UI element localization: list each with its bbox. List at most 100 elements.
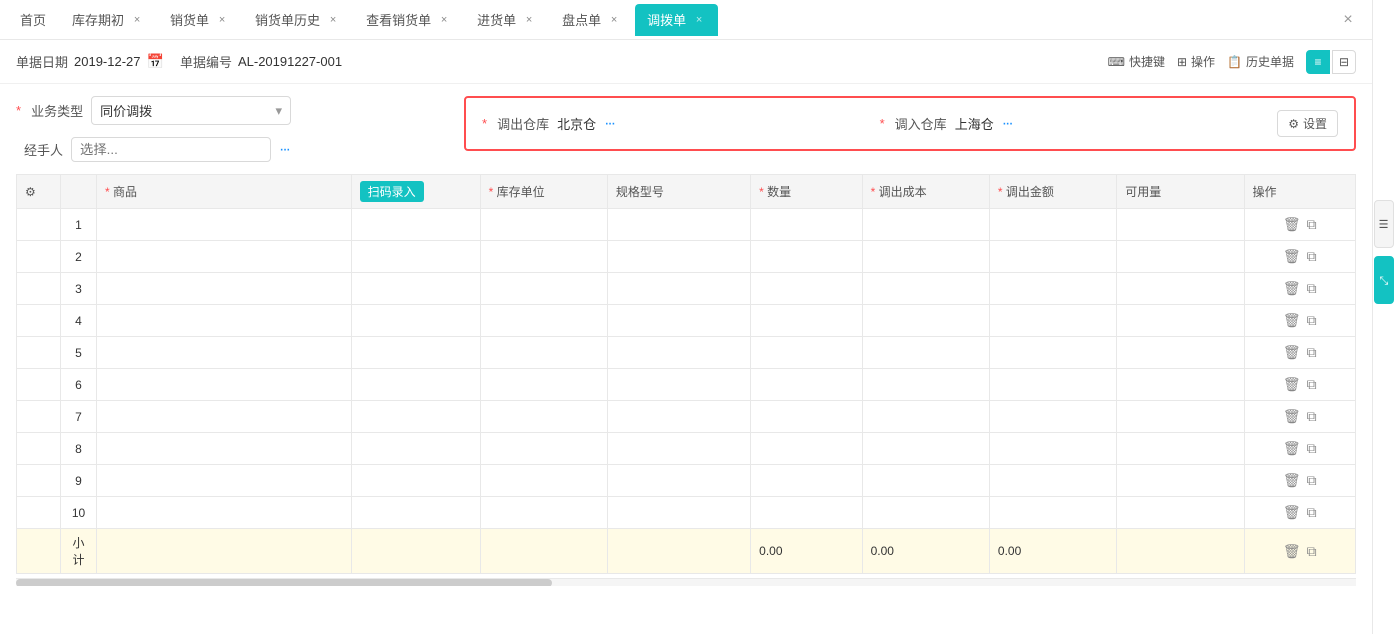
form-left: * 业务类型 同价调拨 ▾ 经手人 ··· (16, 96, 456, 162)
tab-close-purchase[interactable]: × (522, 13, 536, 27)
table-wrapper: ⚙ * 商品 扫码录入 * 库存单位 规格型号 (0, 174, 1372, 586)
tab-view-sales[interactable]: 查看销货单 × (354, 4, 463, 36)
copy-icon[interactable]: ⧉ (1307, 280, 1317, 297)
table-row: 5🗑⧉ (17, 337, 1356, 369)
toolbar-right: ⌨ 快捷键 ⊞ 操作 📋 历史单据 ≡ ⊟ (1108, 50, 1356, 74)
cell-unit[interactable] (480, 209, 607, 241)
tab-close-view-sales[interactable]: × (437, 13, 451, 27)
history-button[interactable]: 📋 历史单据 (1227, 53, 1294, 70)
cell-avail (1117, 209, 1244, 241)
handler-more-button[interactable]: ··· (279, 141, 289, 159)
subtotal-cost: 0.00 (862, 529, 989, 574)
th-cost: * 调出成本 (862, 175, 989, 209)
toolbar: 单据日期 2019-12-27 📅 单据编号 AL-20191227-001 ⌨… (0, 40, 1372, 84)
th-spec: 规格型号 (607, 175, 750, 209)
scan-button[interactable]: 扫码录入 (360, 181, 424, 202)
business-type-value: 同价调拨 (100, 101, 269, 120)
copy-icon[interactable]: ⧉ (1307, 312, 1317, 329)
delete-icon[interactable]: 🗑 (1283, 408, 1301, 425)
delete-icon[interactable]: 🗑 (1283, 280, 1301, 297)
shortcuts-button[interactable]: ⌨ 快捷键 (1108, 53, 1165, 70)
delete-icon[interactable]: 🗑 (1283, 248, 1301, 265)
delete-icon[interactable]: 🗑 (1283, 216, 1301, 233)
list-view-button[interactable]: ≡ (1306, 50, 1330, 74)
required-star-business: * (16, 103, 21, 118)
tab-home[interactable]: 首页 (8, 4, 58, 36)
data-table: ⚙ * 商品 扫码录入 * 库存单位 规格型号 (16, 174, 1356, 574)
delete-icon[interactable]: 🗑 (1283, 312, 1301, 329)
subtotal-amount: 0.00 (989, 529, 1116, 574)
tab-close-transfer[interactable]: × (692, 13, 706, 27)
calendar-icon[interactable]: 📅 (147, 53, 164, 70)
sidebar-list-button[interactable]: ☰ (1374, 200, 1394, 248)
tab-inventory-init[interactable]: 库存期初 × (60, 4, 156, 36)
number-label: 单据编号 (180, 52, 232, 71)
copy-icon[interactable]: ⧉ (1307, 248, 1317, 265)
required-star-in: * (880, 116, 885, 131)
horizontal-scrollbar[interactable] (16, 578, 1356, 586)
tab-close-inventory-check[interactable]: × (607, 13, 621, 27)
copy-icon[interactable]: ⧉ (1307, 472, 1317, 489)
date-field: 单据日期 2019-12-27 📅 (16, 52, 164, 71)
handler-input[interactable] (71, 137, 271, 162)
copy-icon[interactable]: ⧉ (1307, 216, 1317, 233)
in-warehouse-label: 调入仓库 (895, 114, 947, 133)
gear-icon: ⚙ (25, 185, 36, 199)
copy-icon[interactable]: ⧉ (1307, 408, 1317, 425)
tab-sales-order[interactable]: 销货单 × (158, 4, 241, 36)
handler-label: 经手人 (24, 140, 63, 159)
tab-sales-history[interactable]: 销货单历史 × (243, 4, 352, 36)
cell-qty[interactable] (751, 209, 862, 241)
copy-icon[interactable]: ⧉ (1307, 344, 1317, 361)
sidebar-expand-button[interactable]: ⤢ (1374, 256, 1394, 304)
subtotal-qty: 0.00 (751, 529, 862, 574)
keyboard-icon: ⌨ (1108, 55, 1125, 69)
delete-icon[interactable]: 🗑 (1283, 344, 1301, 361)
th-scan: 扫码录入 (351, 175, 480, 209)
copy-icon[interactable]: ⧉ (1307, 440, 1317, 457)
list-icon: ☰ (1377, 218, 1390, 231)
required-star-out: * (482, 116, 487, 131)
date-label: 单据日期 (16, 52, 68, 71)
delete-icon[interactable]: 🗑 (1283, 440, 1301, 457)
delete-icon[interactable]: 🗑 (1283, 376, 1301, 393)
delete-icon[interactable]: 🗑 (1283, 543, 1301, 560)
grid-view-button[interactable]: ⊟ (1332, 50, 1356, 74)
cell-num: 1 (61, 209, 97, 241)
cell-cost[interactable] (862, 209, 989, 241)
table-row: 8🗑⧉ (17, 433, 1356, 465)
cell-spec[interactable] (607, 209, 750, 241)
copy-icon[interactable]: ⧉ (1307, 504, 1317, 521)
tab-close-sales-order[interactable]: × (215, 13, 229, 27)
settings-button[interactable]: ⚙ 设置 (1277, 110, 1338, 137)
in-warehouse-more-button[interactable]: ··· (1002, 115, 1012, 133)
th-settings[interactable]: ⚙ (17, 175, 61, 209)
table-row: 7🗑⧉ (17, 401, 1356, 433)
business-type-select[interactable]: 同价调拨 ▾ (91, 96, 291, 125)
tab-inventory-check[interactable]: 盘点单 × (550, 4, 633, 36)
th-num (61, 175, 97, 209)
subtotal-row: 小计 0.00 0.00 0.00 🗑⧉ (17, 529, 1356, 574)
cell-amount[interactable] (989, 209, 1116, 241)
number-value: AL-20191227-001 (238, 54, 342, 69)
out-warehouse-more-button[interactable]: ··· (604, 115, 614, 133)
operations-button[interactable]: ⊞ 操作 (1177, 53, 1215, 70)
delete-icon[interactable]: 🗑 (1283, 504, 1301, 521)
th-avail: 可用量 (1117, 175, 1244, 209)
tab-close-sales-history[interactable]: × (326, 13, 340, 27)
business-type-row: * 业务类型 同价调拨 ▾ (16, 96, 456, 125)
window-close-button[interactable]: × (1332, 4, 1364, 36)
cell-action: 🗑⧉ (1244, 209, 1355, 241)
tab-transfer[interactable]: 调拨单 × (635, 4, 718, 36)
copy-icon[interactable]: ⧉ (1307, 376, 1317, 393)
cell-product[interactable] (97, 209, 352, 241)
cell-settings (17, 209, 61, 241)
table-row: 1🗑⧉ (17, 209, 1356, 241)
delete-icon[interactable]: 🗑 (1283, 472, 1301, 489)
tab-purchase[interactable]: 进货单 × (465, 4, 548, 36)
tab-close-inventory-init[interactable]: × (130, 13, 144, 27)
handler-row: 经手人 ··· (16, 137, 456, 162)
th-qty: * 数量 (751, 175, 862, 209)
table-row: 4🗑⧉ (17, 305, 1356, 337)
copy-icon[interactable]: ⧉ (1307, 543, 1317, 560)
